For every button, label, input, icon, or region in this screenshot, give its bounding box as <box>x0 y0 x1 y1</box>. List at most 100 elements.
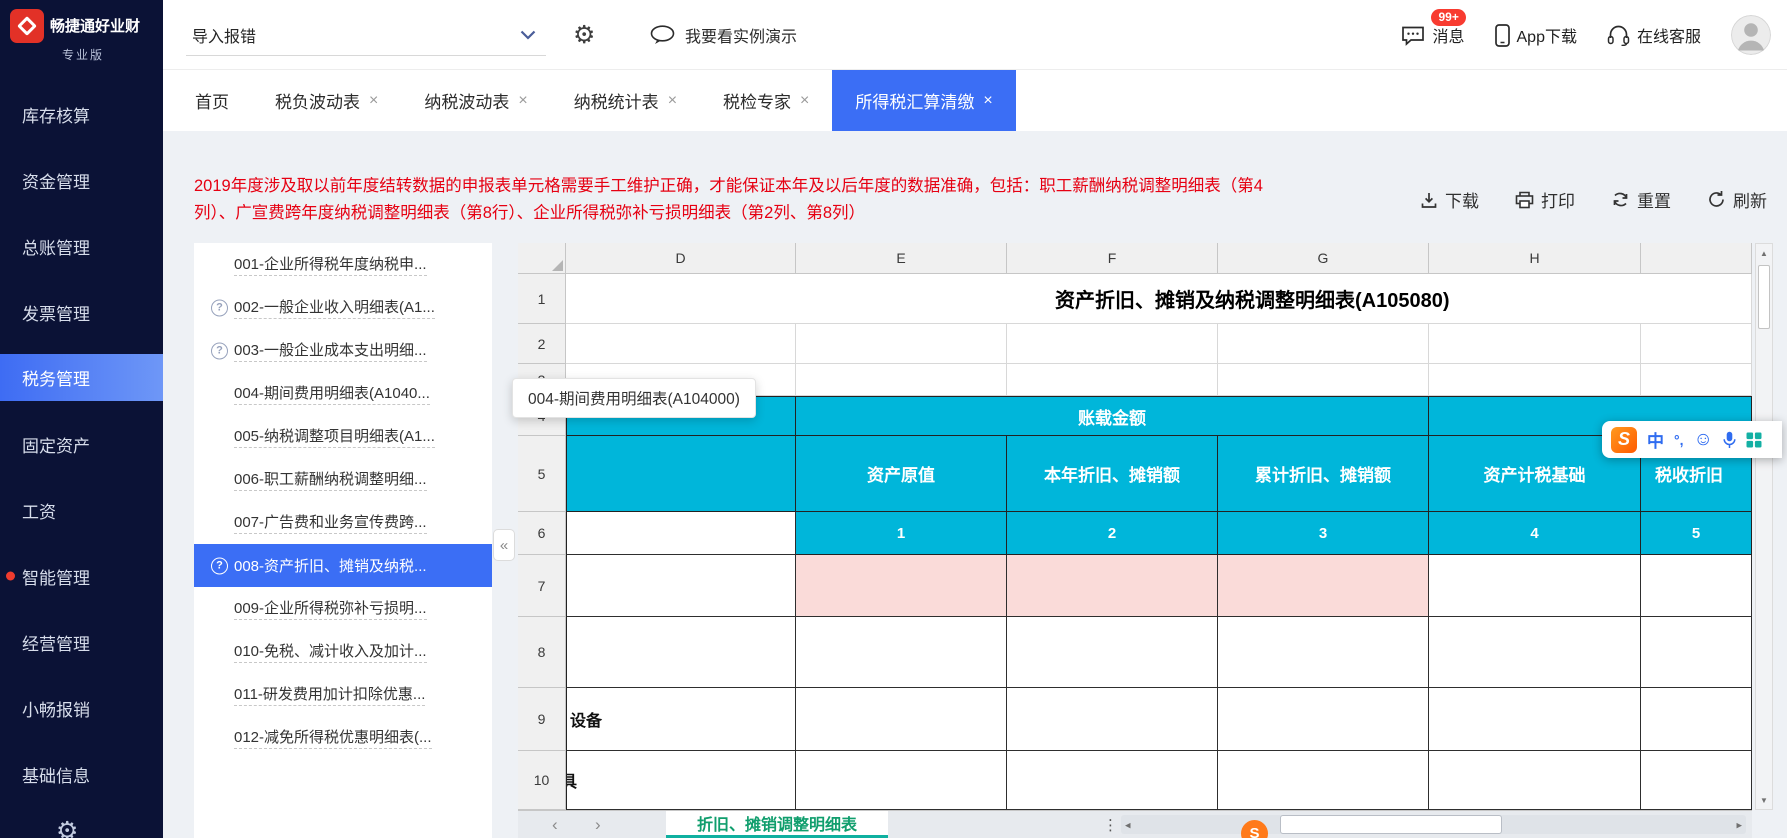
refresh-button[interactable]: 刷新 <box>1707 187 1767 212</box>
column-number-cell[interactable]: 3 <box>1218 512 1429 555</box>
sheet-title-cell[interactable]: 资产折旧、摊销及纳税调整明细表(A105080) <box>566 274 1752 324</box>
cell[interactable] <box>1641 617 1752 688</box>
more-sheets-icon[interactable]: ⋮ <box>1103 816 1118 834</box>
sidebar-item-expense-reimbursement[interactable]: 小畅报销 <box>0 675 163 741</box>
cell[interactable] <box>1007 751 1218 810</box>
close-icon[interactable]: × <box>800 92 809 110</box>
sidebar-item-payroll[interactable]: 工资 <box>0 477 163 543</box>
print-button[interactable]: 打印 <box>1515 187 1575 212</box>
cell[interactable] <box>1429 688 1641 751</box>
sidebar-item-fixed-assets[interactable]: 固定资产 <box>0 411 163 477</box>
ime-punctuation-icon[interactable]: °, <box>1674 432 1684 448</box>
form-list-item-003[interactable]: ? 003-一般企业成本支出明细... <box>194 329 492 372</box>
messages-button[interactable]: 消息 99+ <box>1401 9 1466 47</box>
row-header-2[interactable]: 2 <box>518 324 566 364</box>
cell[interactable] <box>1429 617 1641 688</box>
cell-row-label-clipped[interactable]: 具 <box>566 751 796 810</box>
cell[interactable] <box>796 364 1007 396</box>
reset-button[interactable]: 重置 <box>1611 187 1671 212</box>
cell[interactable] <box>1218 688 1429 751</box>
row-header-1[interactable]: 1 <box>518 274 566 324</box>
sidebar-item-inventory-accounting[interactable]: 库存核算 <box>0 81 163 147</box>
group-header-cell[interactable]: 账载金额 <box>796 396 1429 436</box>
app-download-button[interactable]: App下载 <box>1494 23 1577 47</box>
row-header-7[interactable]: 7 <box>518 555 566 617</box>
close-icon[interactable]: × <box>983 92 992 110</box>
column-header-g[interactable]: G <box>1218 243 1429 274</box>
tab-tax-burden-fluctuation[interactable]: 税负波动表 × <box>252 70 401 131</box>
form-list-item-002[interactable]: ? 002-一般企业收入明细表(A1... <box>194 286 492 329</box>
cell[interactable] <box>1218 617 1429 688</box>
settings-gear-icon[interactable]: ⚙ <box>56 816 78 838</box>
tab-home[interactable]: 首页 <box>172 70 252 131</box>
scroll-left-icon[interactable]: ◂ <box>1125 818 1131 831</box>
column-number-cell[interactable]: 2 <box>1007 512 1218 555</box>
column-header-e[interactable]: E <box>796 243 1007 274</box>
row-header-8[interactable]: 8 <box>518 617 566 688</box>
cell[interactable] <box>1641 555 1752 617</box>
row-header-10[interactable]: 10 <box>518 751 566 810</box>
ime-chinese-mode-icon[interactable]: 中 <box>1647 427 1664 452</box>
form-list-item-008[interactable]: ? 008-资产折旧、摊销及纳税... <box>194 544 492 587</box>
close-icon[interactable]: × <box>369 92 378 110</box>
form-list-item-009[interactable]: 009-企业所得税弥补亏损明... <box>194 587 492 630</box>
sheet-nav-next-icon[interactable]: › <box>595 815 601 835</box>
gear-icon[interactable]: ⚙ <box>573 20 595 50</box>
sogou-logo-icon[interactable]: S <box>1611 426 1637 453</box>
select-all-corner[interactable] <box>518 243 566 274</box>
cell[interactable] <box>566 512 796 555</box>
highlighted-cell[interactable] <box>1218 555 1429 617</box>
help-icon[interactable]: ? <box>211 299 228 316</box>
close-icon[interactable]: × <box>518 92 527 110</box>
form-list-item-001[interactable]: 001-企业所得税年度纳税申... <box>194 243 492 286</box>
column-header-d[interactable]: D <box>566 243 796 274</box>
form-list-item-005[interactable]: 005-纳税调整项目明细表(A1... <box>194 415 492 458</box>
cell[interactable] <box>566 555 796 617</box>
cell[interactable] <box>1641 688 1752 751</box>
sidebar-item-general-ledger[interactable]: 总账管理 <box>0 213 163 279</box>
vertical-scrollbar-thumb[interactable] <box>1758 265 1770 329</box>
horizontal-scrollbar-thumb[interactable] <box>1280 815 1502 834</box>
cell[interactable] <box>1007 688 1218 751</box>
cell[interactable] <box>796 751 1007 810</box>
row-header-5[interactable]: 5 <box>518 436 566 512</box>
cell[interactable] <box>1218 364 1429 396</box>
header-cell-current-year-depreciation[interactable]: 本年折旧、摊销额 <box>1007 436 1218 512</box>
ime-mic-icon[interactable] <box>1723 431 1736 449</box>
cell[interactable] <box>566 324 796 364</box>
sidebar-item-smart-management[interactable]: 智能管理 <box>0 543 163 609</box>
sheet-tab-depreciation-adjustment[interactable]: 折旧、摊销调整明细表 <box>666 811 888 838</box>
form-list-item-007[interactable]: 007-广告费和业务宣传费跨... <box>194 501 492 544</box>
cell[interactable] <box>1429 751 1641 810</box>
import-error-select[interactable]: 导入报错 <box>186 14 546 56</box>
sidebar-item-funds-management[interactable]: 资金管理 <box>0 147 163 213</box>
header-cell-asset-original-value[interactable]: 资产原值 <box>796 436 1007 512</box>
help-icon[interactable]: ? <box>211 342 228 359</box>
form-list-item-012[interactable]: 012-减免所得税优惠明细表(... <box>194 716 492 759</box>
avatar[interactable] <box>1731 15 1771 55</box>
tab-tax-statistics[interactable]: 纳税统计表 × <box>551 70 700 131</box>
header-cell-blank[interactable] <box>566 436 796 512</box>
scroll-down-icon[interactable]: ▼ <box>1756 791 1772 809</box>
online-service-button[interactable]: 在线客服 <box>1607 23 1701 47</box>
cell[interactable] <box>1429 555 1641 617</box>
form-list-item-006[interactable]: 006-职工薪酬纳税调整明细... <box>194 458 492 501</box>
form-list-item-011[interactable]: 011-研发费用加计扣除优惠... <box>194 673 492 716</box>
demo-link[interactable]: 我要看实例演示 <box>650 0 797 70</box>
cell[interactable] <box>1641 751 1752 810</box>
sidebar-item-invoice-management[interactable]: 发票管理 <box>0 279 163 345</box>
column-header-f[interactable]: F <box>1007 243 1218 274</box>
help-icon[interactable]: ? <box>211 557 228 574</box>
cell[interactable] <box>1007 617 1218 688</box>
column-header-h[interactable]: H <box>1429 243 1641 274</box>
cell[interactable] <box>796 688 1007 751</box>
cell[interactable] <box>566 617 796 688</box>
cell[interactable] <box>1429 364 1641 396</box>
highlighted-cell[interactable] <box>1007 555 1218 617</box>
close-icon[interactable]: × <box>668 92 677 110</box>
sidebar-item-basic-info[interactable]: 基础信息 <box>0 741 163 807</box>
sidebar-item-business-management[interactable]: 经营管理 <box>0 609 163 675</box>
cell[interactable] <box>796 617 1007 688</box>
cell[interactable] <box>1007 364 1218 396</box>
horizontal-scrollbar[interactable]: ◂ ▸ <box>1121 815 1746 834</box>
